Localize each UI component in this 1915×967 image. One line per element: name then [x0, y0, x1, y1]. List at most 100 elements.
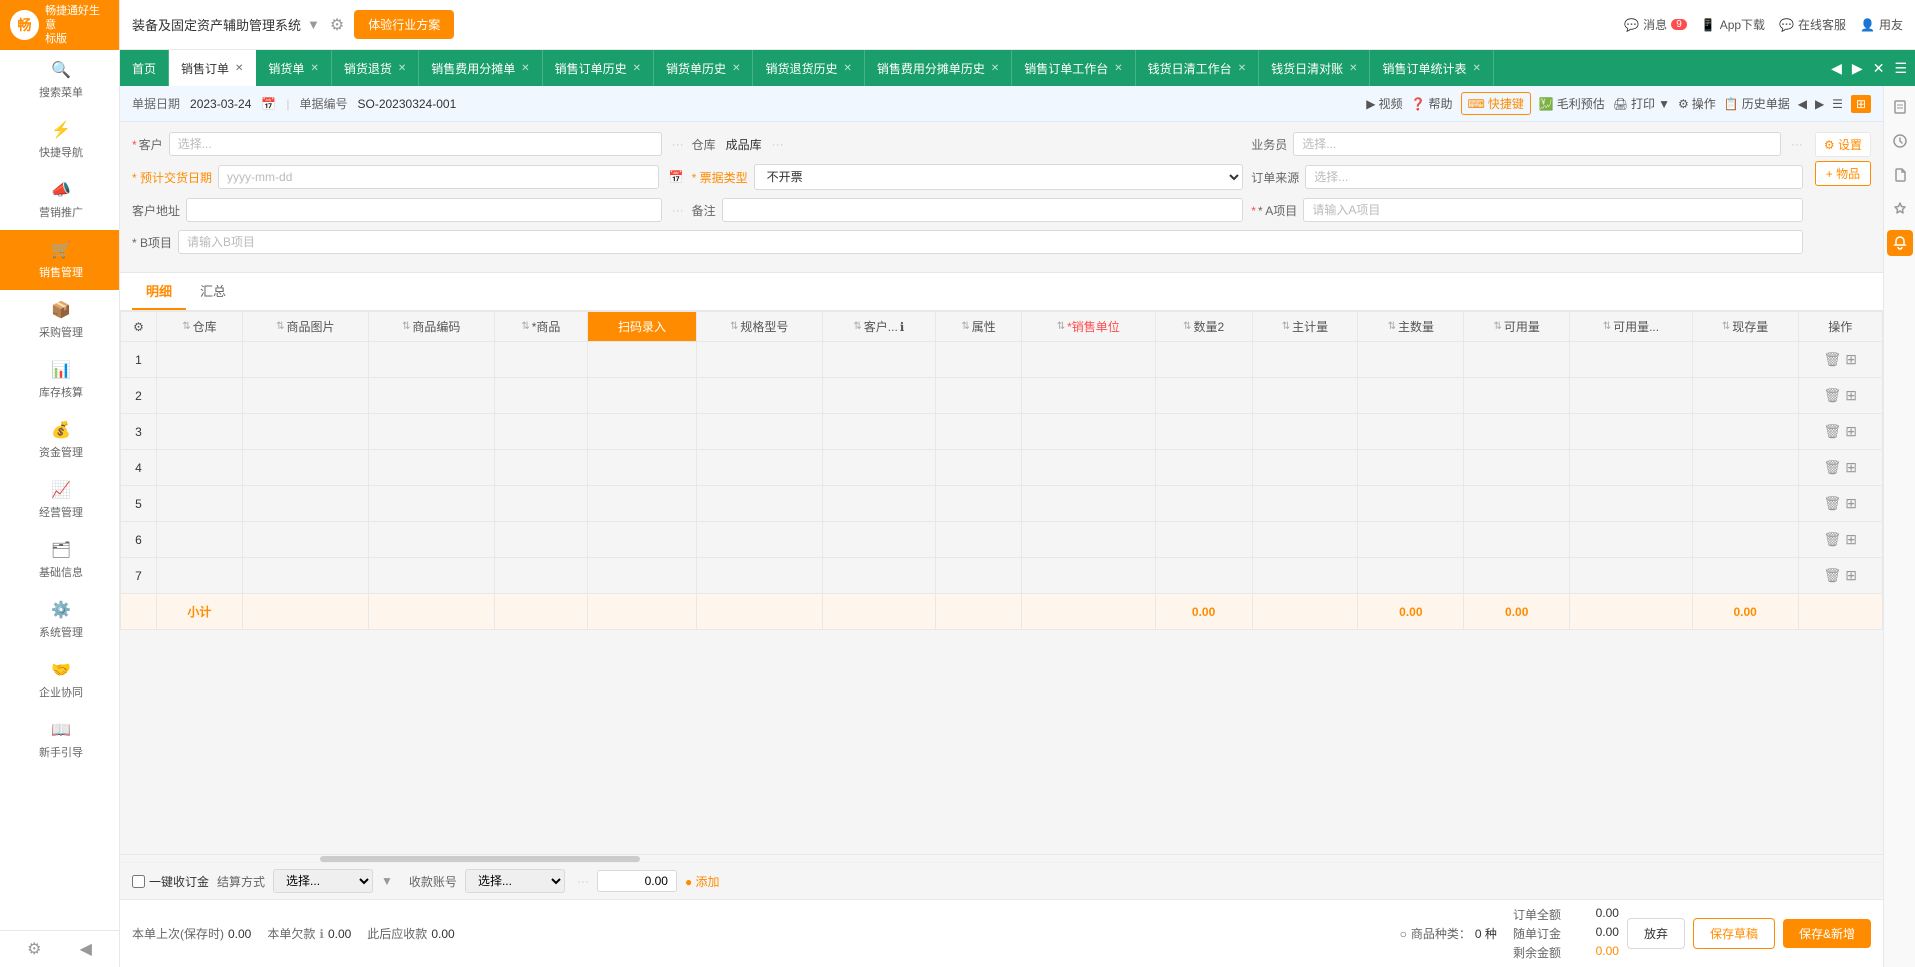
row-main-unit[interactable] — [1252, 414, 1358, 450]
row-unit[interactable] — [1021, 342, 1155, 378]
video-action[interactable]: ▶ 视频 — [1366, 95, 1402, 112]
rp-icon-5[interactable] — [1887, 230, 1913, 256]
row-code[interactable] — [368, 450, 494, 486]
tab-daily-clear[interactable]: 钱货日清工作台 ✕ — [1136, 50, 1259, 86]
close-icon[interactable]: ✕ — [633, 63, 641, 74]
operation-action[interactable]: ⚙ 操作 — [1678, 95, 1716, 112]
row-qty2[interactable] — [1155, 486, 1252, 522]
row-code[interactable] — [368, 522, 494, 558]
online-service-item[interactable]: 💬 在线客服 — [1779, 16, 1846, 33]
rp-icon-4[interactable] — [1887, 196, 1913, 222]
delete-icon[interactable]: 🗑 — [1824, 351, 1842, 368]
settlement-checkbox[interactable]: 一键收订金 — [132, 873, 209, 890]
tab-reconcile[interactable]: 钱货日清对账 ✕ — [1259, 50, 1370, 86]
sidebar-item-purchase[interactable]: 📦 采购管理 — [0, 290, 119, 350]
th-customer-code[interactable]: ⇅客户...ℹ — [822, 312, 935, 342]
close-icon[interactable]: ✕ — [991, 63, 999, 74]
row-qty2[interactable] — [1155, 342, 1252, 378]
save-new-button[interactable]: 保存&新增 — [1783, 919, 1871, 948]
delete-icon[interactable]: 🗑 — [1824, 459, 1842, 476]
shortcut-action[interactable]: ⌨ 快捷键 — [1461, 92, 1531, 115]
sidebar-item-operations[interactable]: 📈 经营管理 — [0, 470, 119, 530]
rp-icon-2[interactable] — [1887, 128, 1913, 154]
tab-sales-goods[interactable]: 销货单 ✕ — [256, 50, 331, 86]
tab-home[interactable]: 首页 — [120, 50, 169, 86]
th-image[interactable]: ⇅商品图片 — [242, 312, 368, 342]
help-action[interactable]: ❓ 帮助 — [1411, 95, 1453, 112]
row-customer-code[interactable] — [822, 486, 935, 522]
row-main-unit[interactable] — [1252, 450, 1358, 486]
warehouse-dots[interactable]: ··· — [772, 137, 784, 151]
row-spec[interactable] — [696, 558, 822, 594]
row-spec[interactable] — [696, 522, 822, 558]
th-available1[interactable]: ⇅可用量 — [1464, 312, 1570, 342]
row-main-unit[interactable] — [1252, 342, 1358, 378]
row-spec[interactable] — [696, 486, 822, 522]
tab-sales-order-history[interactable]: 销售订单历史 ✕ — [543, 50, 654, 86]
row-warehouse[interactable] — [157, 414, 243, 450]
row-main-qty[interactable] — [1358, 522, 1464, 558]
message-item[interactable]: 💬 消息 9 — [1624, 16, 1687, 33]
settings-icon[interactable]: ⚙ — [27, 939, 41, 959]
row-qty2[interactable] — [1155, 378, 1252, 414]
row-customer-code[interactable] — [822, 522, 935, 558]
row-attr[interactable] — [936, 342, 1022, 378]
nav-close-all[interactable]: ✕ — [1869, 58, 1889, 79]
tab-return-history[interactable]: 销货退货历史 ✕ — [753, 50, 864, 86]
row-unit[interactable] — [1021, 558, 1155, 594]
row-warehouse[interactable] — [157, 342, 243, 378]
nav-prev-arrow[interactable]: ◀ — [1827, 58, 1846, 79]
account-dots[interactable]: ··· — [577, 874, 589, 888]
row-attr[interactable] — [936, 450, 1022, 486]
customer-dots[interactable]: ··· — [672, 137, 684, 151]
th-available2[interactable]: ⇅可用量... — [1570, 312, 1693, 342]
close-icon[interactable]: ✕ — [398, 63, 406, 74]
sidebar-item-inventory[interactable]: 📊 库存核算 — [0, 350, 119, 410]
grid-icon[interactable]: ☰ — [1832, 97, 1843, 111]
note-input[interactable] — [722, 198, 1244, 222]
save-draft-button[interactable]: 保存草稿 — [1693, 918, 1775, 949]
row-code[interactable] — [368, 378, 494, 414]
print-action[interactable]: 🖨 打印 ▼ — [1613, 95, 1670, 112]
th-stock[interactable]: ⇅现存量 — [1692, 312, 1798, 342]
tab-sales-goods-history[interactable]: 销货单历史 ✕ — [654, 50, 753, 86]
row-product[interactable] — [494, 522, 588, 558]
row-customer-code[interactable] — [822, 450, 935, 486]
tab-sales-return[interactable]: 销货退货 ✕ — [332, 50, 419, 86]
account-select[interactable]: 选择... — [465, 869, 565, 893]
app-download-item[interactable]: 📱 App下载 — [1701, 16, 1765, 33]
next-record[interactable]: ▶ — [1815, 97, 1824, 111]
row-qty2[interactable] — [1155, 558, 1252, 594]
row-customer-code[interactable] — [822, 558, 935, 594]
tab-summary[interactable]: 汇总 — [186, 273, 240, 310]
tab-workbench[interactable]: 销售订单工作台 ✕ — [1012, 50, 1135, 86]
staff-dots[interactable]: ··· — [1791, 137, 1803, 151]
row-warehouse[interactable] — [157, 450, 243, 486]
row-customer-code[interactable] — [822, 414, 935, 450]
delete-icon[interactable]: 🗑 — [1824, 423, 1842, 440]
th-settings[interactable]: ⚙ — [121, 312, 157, 342]
row-product[interactable] — [494, 414, 588, 450]
row-qty2[interactable] — [1155, 522, 1252, 558]
invoice-select[interactable]: 不开票 增值税专用发票 普通发票 — [754, 164, 1244, 190]
sidebar-item-system[interactable]: ⚙️ 系统管理 — [0, 590, 119, 650]
row-unit[interactable] — [1021, 414, 1155, 450]
row-unit[interactable] — [1021, 450, 1155, 486]
row-code[interactable] — [368, 558, 494, 594]
row-main-qty[interactable] — [1358, 486, 1464, 522]
delete-icon[interactable]: 🗑 — [1824, 531, 1842, 548]
expand-icon[interactable]: ⊞ — [1851, 95, 1871, 113]
system-selector[interactable]: 装备及固定资产辅助管理系统 ▼ — [132, 15, 320, 34]
row-product[interactable] — [494, 342, 588, 378]
th-attr[interactable]: ⇅属性 — [936, 312, 1022, 342]
close-icon[interactable]: ✕ — [1114, 63, 1122, 74]
close-icon[interactable]: ✕ — [1349, 63, 1357, 74]
close-icon[interactable]: ✕ — [1473, 63, 1481, 74]
bproject-input[interactable] — [178, 230, 1803, 254]
address-input[interactable] — [186, 198, 662, 222]
row-attr[interactable] — [936, 378, 1022, 414]
delivery-input[interactable] — [218, 165, 659, 189]
th-qty2[interactable]: ⇅数量2 — [1155, 312, 1252, 342]
row-main-qty[interactable] — [1358, 342, 1464, 378]
copy-icon[interactable]: ⊞ — [1845, 531, 1857, 548]
